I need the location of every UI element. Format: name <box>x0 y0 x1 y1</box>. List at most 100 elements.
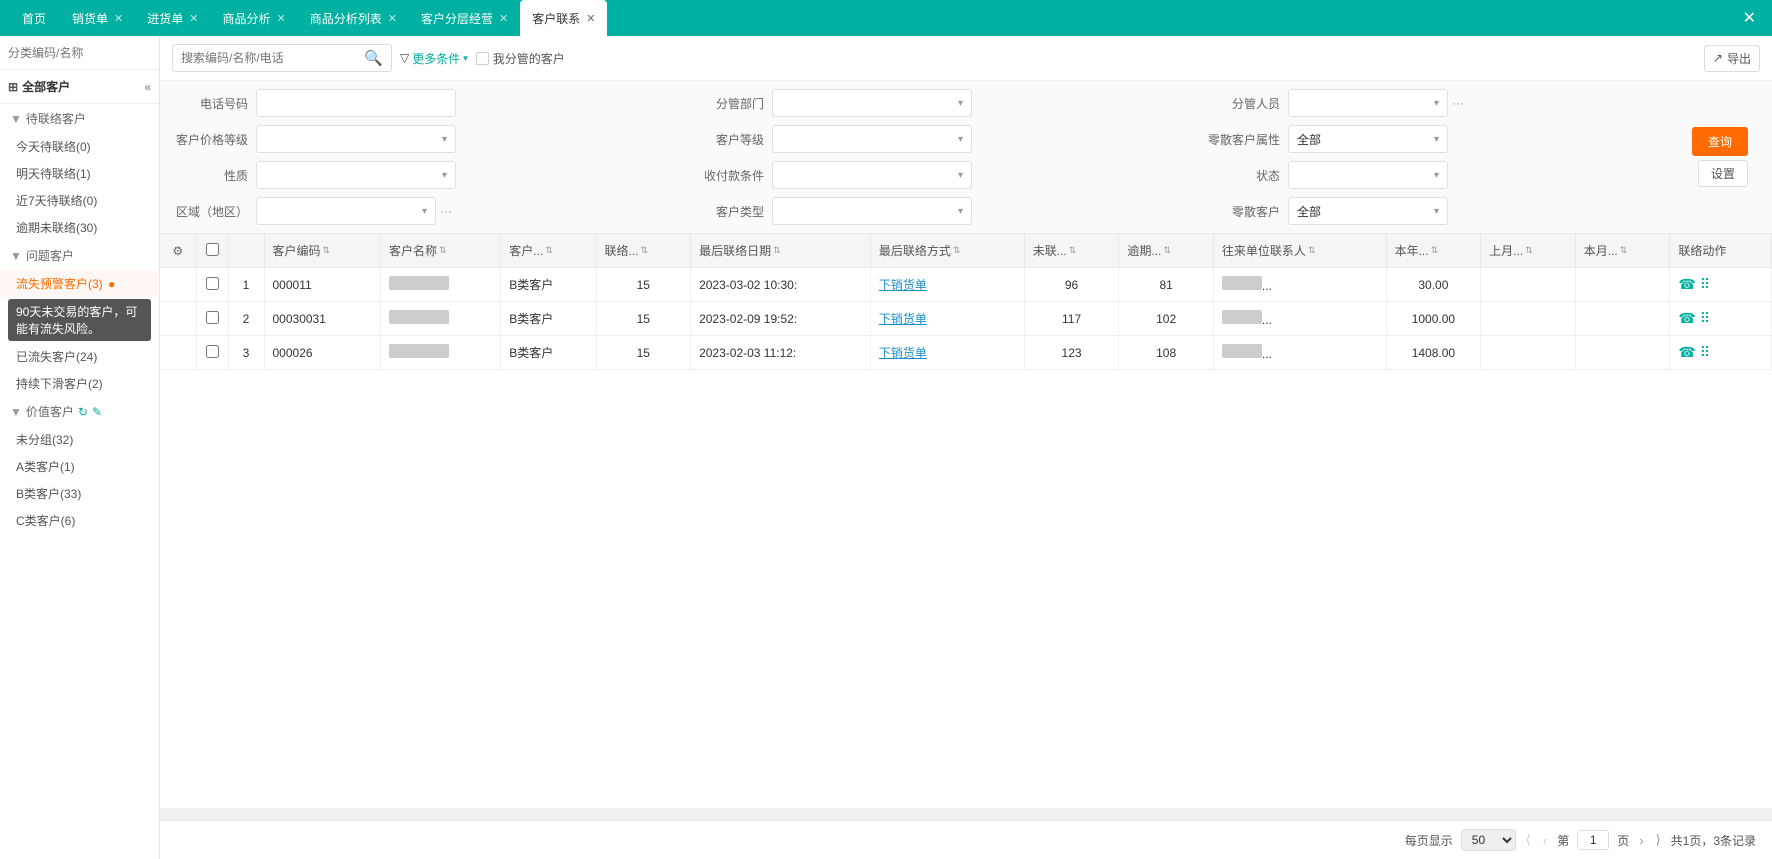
tab-bar: 首页 销货单 ✕ 进货单 ✕ 商品分析 ✕ 商品分析列表 ✕ 客户分层经营 ✕ … <box>0 0 1772 36</box>
contact-icon[interactable]: ☎ <box>1678 310 1695 327</box>
tab-goods-analysis-list[interactable]: 商品分析列表 ✕ <box>298 0 409 36</box>
next-page-button[interactable]: › <box>1637 833 1645 848</box>
filter-retail-attr-select[interactable]: 全部 ▾ <box>1288 125 1448 153</box>
col-uncontacted[interactable]: 未联... ⇅ <box>1024 234 1119 268</box>
tab-customer-layer[interactable]: 客户分层经营 ✕ <box>409 0 520 36</box>
col-last-contact-date[interactable]: 最后联络日期 ⇅ <box>691 234 871 268</box>
sidebar-item-ungrouped[interactable]: 未分组(32) <box>0 426 159 453</box>
export-button[interactable]: ↗ 导出 <box>1704 45 1760 72</box>
sidebar-group-pending-header[interactable]: ▼ 待联络客户 <box>0 104 159 133</box>
settings-button[interactable]: 设置 <box>1698 160 1748 187</box>
window-close-button[interactable]: ✕ <box>1735 8 1764 28</box>
col-code[interactable]: 客户编码 ⇅ <box>264 234 380 268</box>
contact-icon[interactable]: ☎ <box>1678 276 1695 293</box>
sidebar-group-problem-header[interactable]: ▼ 问题客户 <box>0 241 159 270</box>
page-size-select[interactable]: 50 100 <box>1461 829 1516 851</box>
tab-purchase[interactable]: 进货单 ✕ <box>135 0 210 36</box>
sort-icon: ⇅ <box>1308 245 1316 256</box>
sidebar-item-7days[interactable]: 近7天待联络(0) <box>0 187 159 214</box>
filter-payment-select[interactable]: ▾ <box>772 161 972 189</box>
sidebar-item-churned[interactable]: 已流失客户(24) <box>0 343 159 370</box>
filter-retail-customer-select[interactable]: 全部 ▾ <box>1288 197 1448 225</box>
col-last-month[interactable]: 上月... ⇅ <box>1481 234 1576 268</box>
filter-region-dots-icon[interactable]: ··· <box>436 204 456 218</box>
filter-price-level-select[interactable]: ▾ <box>256 125 456 153</box>
last-page-button[interactable]: ⟩ <box>1654 832 1663 848</box>
row-checkbox[interactable] <box>206 345 219 358</box>
sidebar-item-churn-warning[interactable]: 流失预警客户(3) ● <box>0 270 159 297</box>
page-number-input[interactable] <box>1577 830 1609 850</box>
more-actions-icon[interactable]: ⠿ <box>1700 310 1710 327</box>
contact-icon[interactable]: ☎ <box>1678 344 1695 361</box>
search-input[interactable] <box>181 51 364 65</box>
filter-payment-label: 收付款条件 <box>692 167 772 184</box>
tab-home[interactable]: 首页 <box>8 0 60 36</box>
col-this-year[interactable]: 本年... ⇅ <box>1386 234 1481 268</box>
close-tab-goods-analysis[interactable]: ✕ <box>277 12 286 25</box>
sidebar-item-tomorrow[interactable]: 明天待联络(1) <box>0 160 159 187</box>
sidebar-item-a-class[interactable]: A类客户(1) <box>0 453 159 480</box>
sidebar-item-today[interactable]: 今天待联络(0) <box>0 133 159 160</box>
refresh-icon[interactable]: ↻ <box>78 405 88 419</box>
more-actions-icon[interactable]: ⠿ <box>1700 344 1710 361</box>
filter-dept-select[interactable]: ▾ <box>772 89 972 117</box>
filter-customer-type-select[interactable]: ▾ <box>772 197 972 225</box>
tab-sales[interactable]: 销货单 ✕ <box>60 0 135 36</box>
close-tab-goods-list[interactable]: ✕ <box>388 12 397 25</box>
col-type[interactable]: 客户... ⇅ <box>501 234 596 268</box>
col-this-month[interactable]: 本月... ⇅ <box>1575 234 1670 268</box>
filter-nature-select[interactable]: ▾ <box>256 161 456 189</box>
row-checkbox-cell[interactable] <box>196 268 228 302</box>
row-checkbox[interactable] <box>206 311 219 324</box>
sidebar-group-value-header[interactable]: ▼ 价值客户 ↻ ✎ <box>0 397 159 426</box>
query-button[interactable]: 查询 <box>1692 127 1748 156</box>
row-checkbox-cell[interactable] <box>196 336 228 370</box>
sidebar-item-b-class[interactable]: B类客户(33) <box>0 480 159 507</box>
filter-manager-select[interactable]: ▾ <box>1288 89 1448 117</box>
tab-customer-contact[interactable]: 客户联系 ✕ <box>520 0 607 36</box>
col-last-contact-method[interactable]: 最后联络方式 ⇅ <box>870 234 1024 268</box>
col-unit-contact[interactable]: 往来单位联系人 ⇅ <box>1213 234 1386 268</box>
sidebar-all-customers[interactable]: ⊞ 全部客户 « <box>0 70 159 104</box>
col-contact[interactable]: 联络... ⇅ <box>596 234 691 268</box>
col-overdue[interactable]: 逾期... ⇅ <box>1119 234 1214 268</box>
more-conditions-button[interactable]: ▽ 更多条件 ▾ <box>400 50 468 67</box>
close-tab-purchase[interactable]: ✕ <box>189 12 198 25</box>
row-action-cell: ☎ ⠿ <box>1670 268 1772 302</box>
filter-status-select[interactable]: ▾ <box>1288 161 1448 189</box>
sort-icon: ⇅ <box>545 245 553 256</box>
col-checkbox[interactable] <box>196 234 228 268</box>
filter-dots-icon[interactable]: ··· <box>1448 96 1468 110</box>
main-layout: 🔍 ⊞ 全部客户 « ▼ 待联络客户 今天待联络(0) 明天待联络(1) 近7天… <box>0 36 1772 859</box>
close-tab-customer-layer[interactable]: ✕ <box>499 12 508 25</box>
close-tab-sales[interactable]: ✕ <box>114 12 123 25</box>
close-tab-customer-contact[interactable]: ✕ <box>586 12 595 25</box>
select-all-checkbox[interactable] <box>206 243 219 256</box>
sidebar-search-input[interactable] <box>8 46 160 60</box>
first-page-button[interactable]: ⟨ <box>1524 832 1533 848</box>
prev-page-button[interactable]: ‹ <box>1541 833 1549 848</box>
tab-goods-analysis[interactable]: 商品分析 ✕ <box>210 0 297 36</box>
row-checkbox[interactable] <box>206 277 219 290</box>
collapse-icon[interactable]: « <box>144 80 151 94</box>
filter-customer-type: 客户类型 ▾ <box>692 197 1168 225</box>
row-method-cell[interactable]: 下销货单 <box>870 268 1024 302</box>
my-customers-checkbox[interactable]: 我分管的客户 <box>476 50 565 67</box>
col-name[interactable]: 客户名称 ⇅ <box>380 234 500 268</box>
row-method-cell[interactable]: 下销货单 <box>870 302 1024 336</box>
sidebar-item-overdue[interactable]: 逾期未联络(30) <box>0 214 159 241</box>
sidebar: 🔍 ⊞ 全部客户 « ▼ 待联络客户 今天待联络(0) 明天待联络(1) 近7天… <box>0 36 160 859</box>
horizontal-scrollbar[interactable] <box>160 808 1772 820</box>
search-button[interactable]: 🔍 <box>364 49 383 67</box>
more-actions-icon[interactable]: ⠿ <box>1700 276 1710 293</box>
filter-phone-input[interactable] <box>256 89 456 117</box>
row-method-cell[interactable]: 下销货单 <box>870 336 1024 370</box>
sidebar-item-c-class[interactable]: C类客户(6) <box>0 507 159 534</box>
row-checkbox-cell[interactable] <box>196 302 228 336</box>
edit-icon[interactable]: ✎ <box>92 405 102 419</box>
filter-region-select[interactable]: ▾ <box>256 197 436 225</box>
filter-dept: 分管部门 ▾ <box>692 89 1168 117</box>
col-settings[interactable]: ⚙ <box>160 234 196 268</box>
sidebar-item-declining[interactable]: 持续下滑客户(2) <box>0 370 159 397</box>
filter-customer-level-select[interactable]: ▾ <box>772 125 972 153</box>
